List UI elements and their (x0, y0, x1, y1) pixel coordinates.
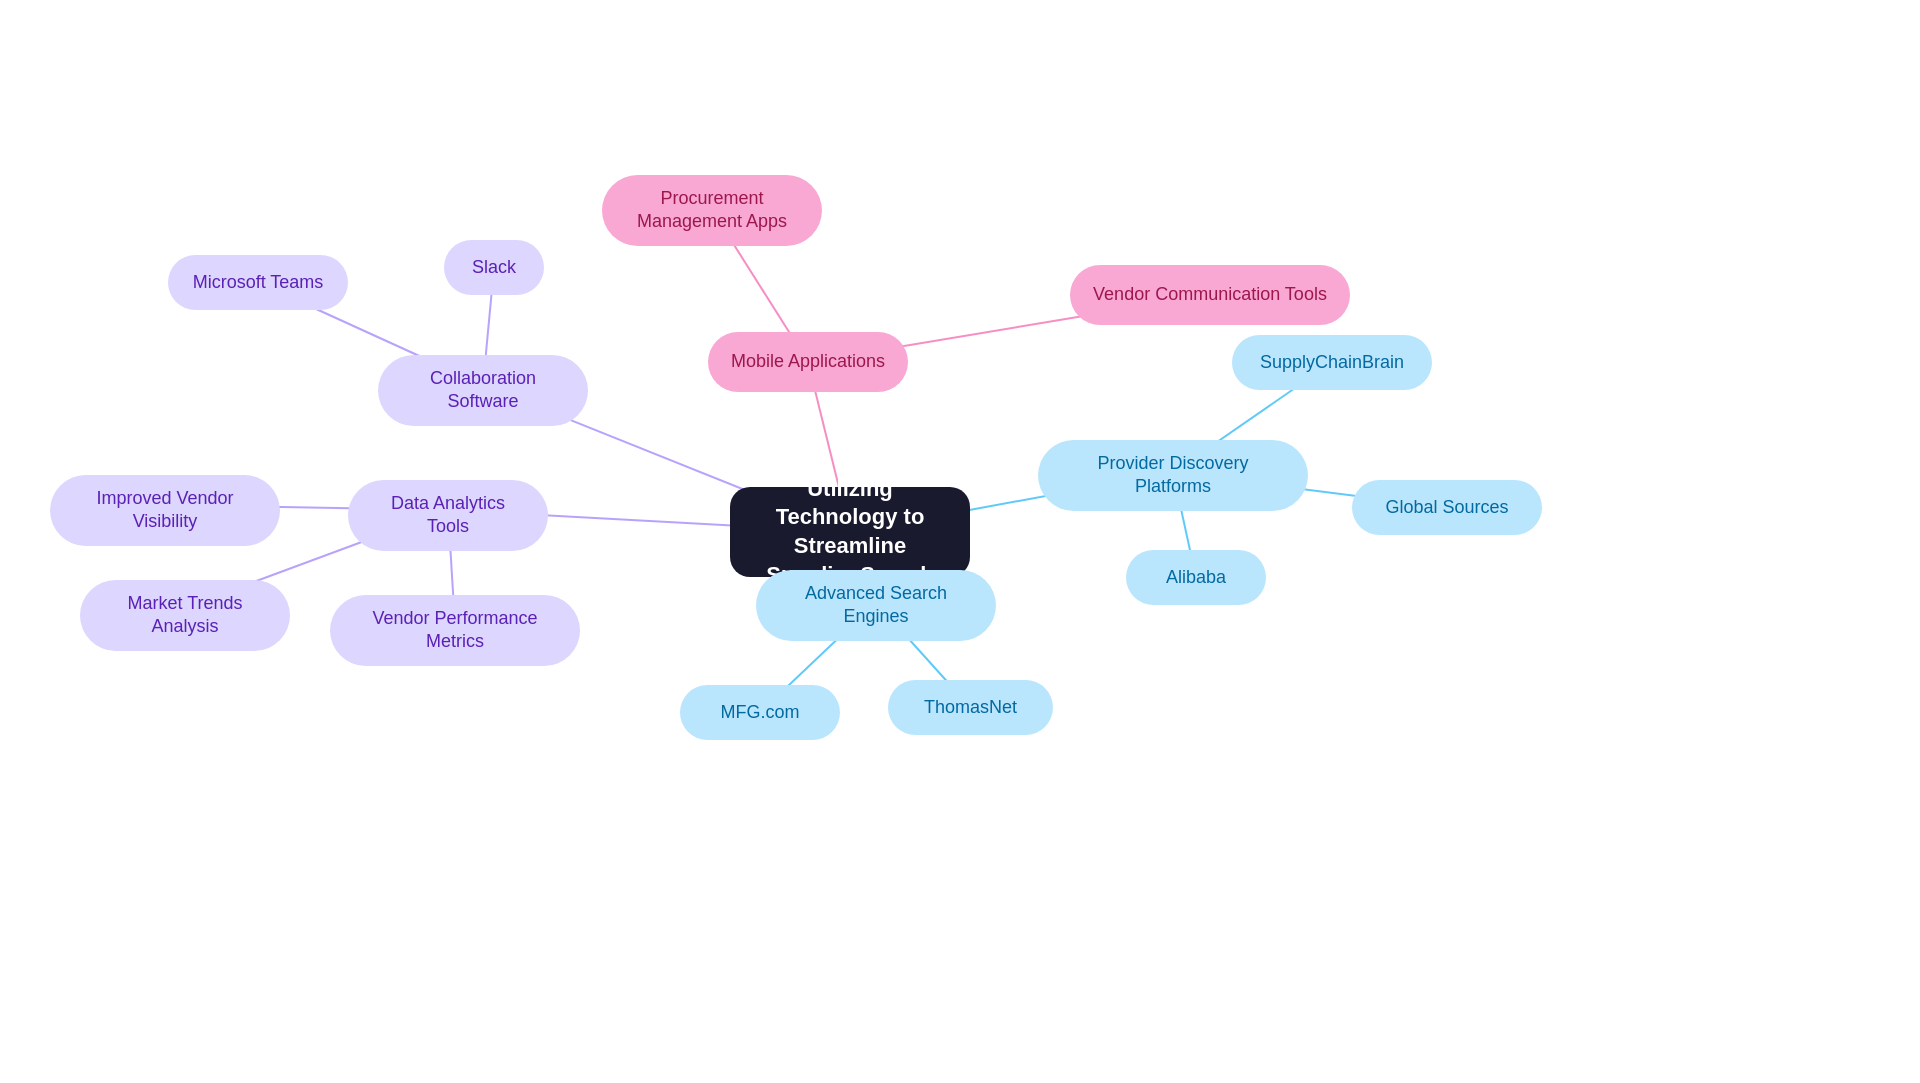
node-improved-vendor: Improved Vendor Visibility (50, 475, 280, 546)
node-mobile-apps: Mobile Applications (708, 332, 908, 392)
node-alibaba: Alibaba (1126, 550, 1266, 605)
node-supply-chain-brain: SupplyChainBrain (1232, 335, 1432, 390)
node-microsoft-teams: Microsoft Teams (168, 255, 348, 310)
node-procurement-apps: Procurement Management Apps (602, 175, 822, 246)
node-thomasnet: ThomasNet (888, 680, 1053, 735)
node-collab-software: Collaboration Software (378, 355, 588, 426)
node-mfg-com: MFG.com (680, 685, 840, 740)
node-vendor-comm: Vendor Communication Tools (1070, 265, 1350, 325)
node-data-analytics: Data Analytics Tools (348, 480, 548, 551)
center-node: Utilizing Technology to Streamline Suppl… (730, 487, 970, 577)
node-advanced-search: Advanced Search Engines (756, 570, 996, 641)
node-market-trends: Market Trends Analysis (80, 580, 290, 651)
node-global-sources: Global Sources (1352, 480, 1542, 535)
node-vendor-perf: Vendor Performance Metrics (330, 595, 580, 666)
node-slack: Slack (444, 240, 544, 295)
node-provider-discovery: Provider Discovery Platforms (1038, 440, 1308, 511)
